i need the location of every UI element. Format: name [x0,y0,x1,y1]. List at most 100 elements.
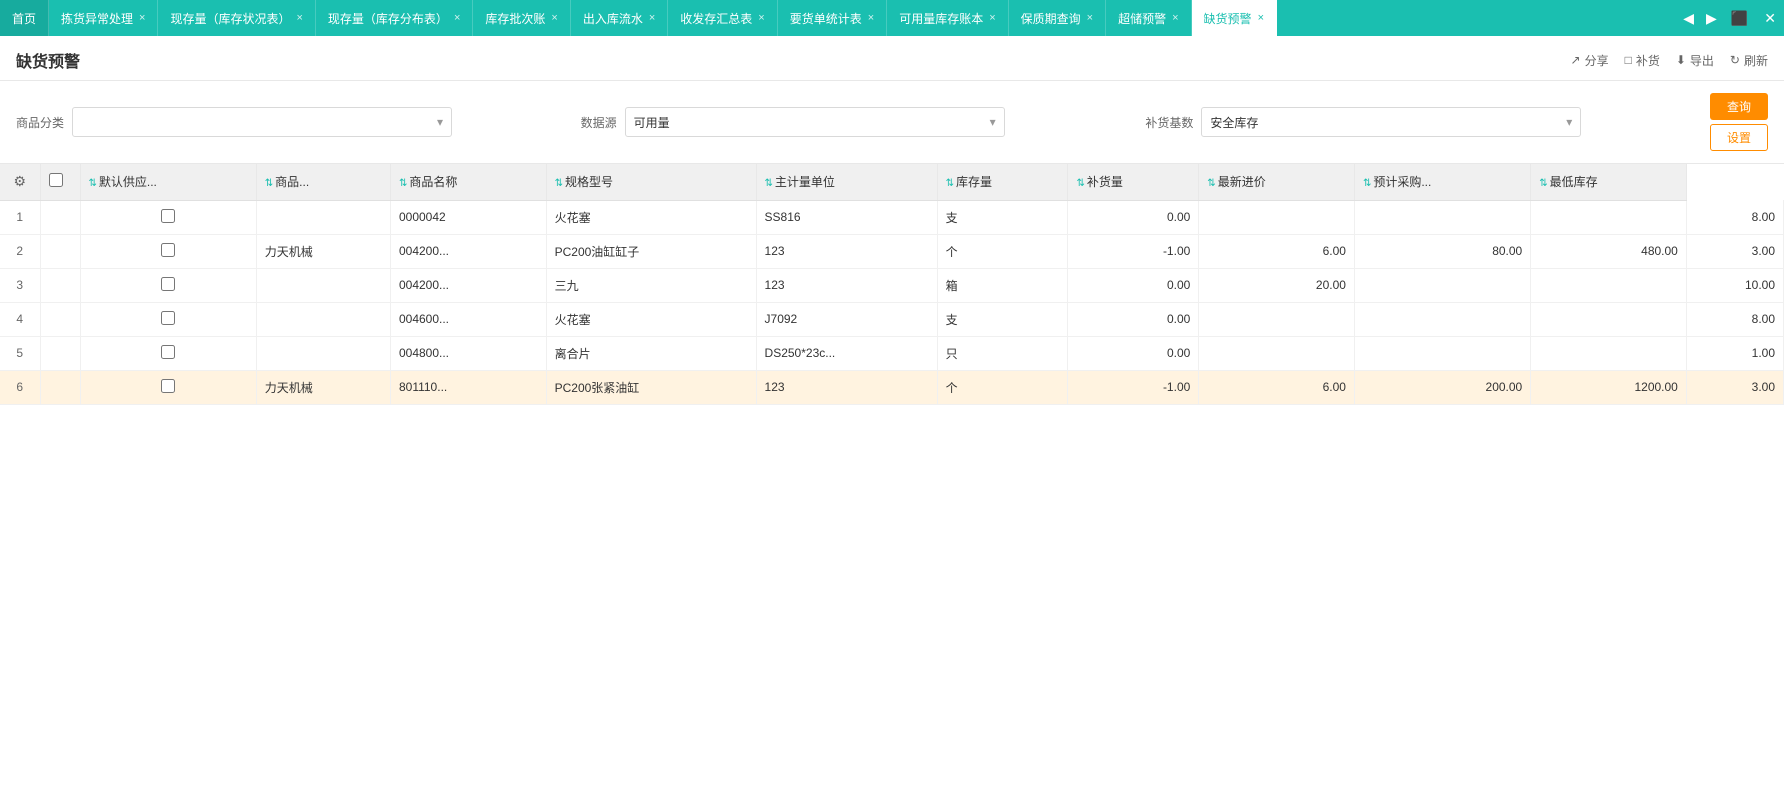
datasource-select-value: 可用量 [634,114,670,131]
row-est-purchase-1: 480.00 [1531,234,1687,268]
column-header-replenish[interactable]: ⇅补货量 [1068,164,1199,200]
tab-home[interactable]: 首页 [0,0,49,36]
settings-button[interactable]: 设置 [1710,124,1768,151]
row-min-stock-4: 1.00 [1686,336,1783,370]
row-min-stock-5: 3.00 [1686,370,1783,404]
row-index-3: 4 [0,302,40,336]
tab-close-overstock[interactable]: × [1172,12,1178,24]
replenish-base-chevron-icon: ▾ [1566,115,1572,129]
datasource-chevron-icon: ▾ [990,115,996,129]
row-gear-3 [40,302,80,336]
tab-close-available-ledger[interactable]: × [989,12,995,24]
row-min-stock-1: 3.00 [1686,234,1783,268]
column-header-product-code[interactable]: ⇅商品... [256,164,390,200]
row-select-3[interactable] [161,311,175,325]
row-checkbox-5 [80,370,256,404]
column-header-min-stock[interactable]: ⇅最低库存 [1531,164,1687,200]
query-button[interactable]: 查询 [1710,93,1768,120]
tab-close-inventory-status[interactable]: × [296,12,302,24]
tab-close-batch-account[interactable]: × [551,12,557,24]
row-spec-5: 123 [756,370,937,404]
tab-close-inout-flow[interactable]: × [649,12,655,24]
tab-close-all-btn[interactable]: ✕ [1756,0,1784,36]
replenish-base-select[interactable]: 安全库存 ▾ [1201,107,1581,137]
tab-bar: 首页拣货异常处理×现存量（库存状况表）×现存量（库存分布表）×库存批次账×出入库… [0,0,1784,36]
category-select[interactable]: ▾ [72,107,452,137]
refresh-icon: ↻ [1730,53,1740,67]
column-header-stock[interactable]: ⇅库存量 [937,164,1068,200]
row-min-stock-3: 8.00 [1686,302,1783,336]
table-row: 1 0000042 火花塞 SS816 支 0.00 8.00 [0,200,1784,234]
row-select-5[interactable] [161,379,175,393]
row-gear-5 [40,370,80,404]
row-gear-2 [40,268,80,302]
tab-close-req-stats[interactable]: × [868,12,874,24]
row-spec-1: 123 [756,234,937,268]
tab-available-ledger[interactable]: 可用量库存账本× [887,0,1008,36]
tab-label-inventory-status: 现存量（库存状况表） [170,10,290,27]
tab-close-inventory-dist[interactable]: × [454,12,460,24]
tab-close-recv-summary[interactable]: × [758,12,764,24]
tab-close-shortage[interactable]: × [1258,12,1264,24]
datasource-select[interactable]: 可用量 ▾ [625,107,1005,137]
tab-overstock[interactable]: 超储预警× [1106,0,1191,36]
row-select-2[interactable] [161,277,175,291]
export-label: 导出 [1690,52,1714,69]
row-product-name-0: 火花塞 [546,200,756,234]
refresh-action[interactable]: ↻ 刷新 [1730,52,1768,69]
tab-inventory-dist[interactable]: 现存量（库存分布表）× [316,0,473,36]
gear-icon[interactable]: ⚙ [13,173,26,189]
row-select-4[interactable] [161,345,175,359]
column-header-gear[interactable]: ⚙ [0,164,40,200]
tab-close-exception[interactable]: × [139,12,145,24]
column-header-product-name[interactable]: ⇅商品名称 [390,164,546,200]
column-header-est-purchase[interactable]: ⇅预计采购... [1354,164,1530,200]
table-row: 4 004600... 火花塞 J7092 支 0.00 8.00 [0,302,1784,336]
tab-expiry-query[interactable]: 保质期查询× [1009,0,1106,36]
row-unit-0: 支 [937,200,1068,234]
row-select-0[interactable] [161,209,175,223]
row-product-code-3: 004600... [390,302,546,336]
row-product-code-1: 004200... [390,234,546,268]
share-action[interactable]: ↗ 分享 [1571,52,1609,69]
tab-restore-btn[interactable]: ⬛ [1723,0,1756,36]
tab-exception[interactable]: 拣货异常处理× [49,0,158,36]
tab-label-recv-summary: 收发存汇总表 [680,10,752,27]
tab-req-stats[interactable]: 要货单统计表× [778,0,887,36]
replenish-base-select-value: 安全库存 [1210,114,1258,131]
tab-inventory-status[interactable]: 现存量（库存状况表） × [158,0,315,36]
row-spec-0: SS816 [756,200,937,234]
row-supplier-5: 力天机械 [256,370,390,404]
filter-actions: 查询 设置 [1710,93,1768,151]
tab-prev-btn[interactable]: ◀ [1677,0,1700,36]
row-select-1[interactable] [161,243,175,257]
row-latest-price-5: 200.00 [1354,370,1530,404]
tab-inout-flow[interactable]: 出入库流水× [571,0,668,36]
export-icon: ⬇ [1676,53,1686,67]
tab-batch-account[interactable]: 库存批次账× [473,0,570,36]
row-latest-price-4 [1354,336,1530,370]
row-product-name-2: 三九 [546,268,756,302]
export-action[interactable]: ⬇ 导出 [1676,52,1714,69]
select-all-checkbox[interactable] [49,173,63,187]
replenish-label: 补货 [1636,52,1660,69]
row-product-name-1: PC200油缸缸子 [546,234,756,268]
row-product-name-4: 离合片 [546,336,756,370]
column-header-supplier[interactable]: ⇅默认供应... [80,164,256,200]
tab-shortage[interactable]: 缺货预警 × [1192,0,1277,36]
row-replenish-0 [1199,200,1355,234]
row-index-0: 1 [0,200,40,234]
row-checkbox-4 [80,336,256,370]
row-checkbox-2 [80,268,256,302]
tab-label-shortage: 缺货预警 [1204,10,1252,27]
replenish-action[interactable]: □ 补货 [1625,52,1660,69]
row-stock-1: -1.00 [1068,234,1199,268]
tab-recv-summary[interactable]: 收发存汇总表 × [668,0,777,36]
table-row: 5 004800... 离合片 DS250*23c... 只 0.00 1.00 [0,336,1784,370]
tab-close-expiry-query[interactable]: × [1087,12,1093,24]
sort-icon-est-purchase: ⇅ [1363,178,1371,189]
column-header-spec[interactable]: ⇅规格型号 [546,164,756,200]
column-header-latest-price[interactable]: ⇅最新进价 [1199,164,1355,200]
column-header-unit[interactable]: ⇅主计量单位 [756,164,937,200]
tab-next-btn[interactable]: ▶ [1700,0,1723,36]
